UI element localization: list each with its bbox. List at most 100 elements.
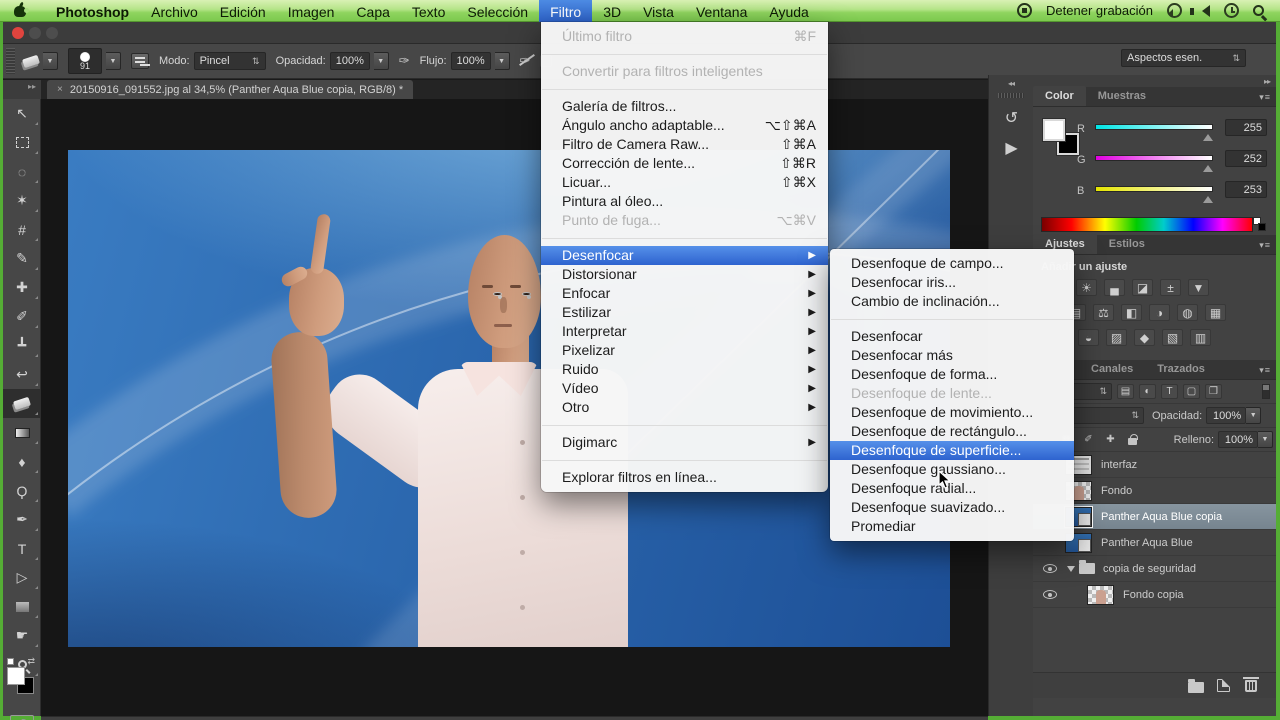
eye-icon[interactable] [1043, 564, 1057, 573]
visibility-cell[interactable] [1033, 564, 1065, 573]
invert-icon[interactable]: ◒ [1078, 329, 1099, 346]
filter-menu-item-pintura-al-óleo[interactable]: Pintura al óleo... [541, 192, 828, 211]
filter-toggle-switch[interactable] [1262, 384, 1270, 399]
shape-tool[interactable] [3, 592, 41, 621]
type-filter-icon[interactable]: T [1161, 384, 1178, 399]
filter-menu-item-desenfocar[interactable]: Desenfocar ▶ [541, 246, 828, 265]
layer-row-fondo-copia[interactable]: Fondo copia [1033, 582, 1276, 608]
channel-slider-thumb[interactable] [1203, 191, 1213, 203]
ramp-white-black-swatches[interactable] [1253, 217, 1268, 232]
blur-submenu-item-promediar[interactable]: Promediar [830, 517, 1074, 536]
adjustments-panel-menu-icon[interactable] [1259, 240, 1271, 251]
channel-r-value[interactable]: 255 [1225, 119, 1267, 136]
filter-menu-item-vídeo[interactable]: Vídeo ▶ [541, 379, 828, 398]
blur-submenu-item-desenfocar-iris[interactable]: Desenfocar iris... [830, 273, 1074, 292]
pressure-opacity-icon[interactable]: ✑ [399, 53, 410, 69]
color-spectrum-ramp[interactable] [1041, 217, 1253, 232]
shape-filter-icon[interactable]: ▢ [1183, 384, 1200, 399]
filter-menu-item-galería-de-filtros[interactable]: Galería de filtros... [541, 97, 828, 116]
selective-color-icon[interactable]: ▧ [1162, 329, 1183, 346]
tool-preset-picker[interactable]: ▼ [22, 52, 58, 70]
vibrance-icon[interactable]: ▼ [1188, 279, 1209, 296]
filter-menu-item-interpretar[interactable]: Interpretar ▶ [541, 322, 828, 341]
history-panel-icon[interactable]: ↺ [989, 103, 1034, 133]
delete-layer-button[interactable] [1243, 677, 1259, 692]
path-select-tool[interactable]: ▷ [3, 563, 41, 592]
mode-select[interactable]: Pincel ⇅ [193, 52, 266, 70]
close-tab-icon[interactable]: × [57, 84, 63, 95]
channel-r-slider[interactable] [1095, 124, 1213, 130]
color-lookup-icon[interactable]: ▦ [1205, 304, 1226, 321]
posterize-icon[interactable]: ▨ [1106, 329, 1127, 346]
layer-fill-caret[interactable]: ▼ [1258, 431, 1273, 448]
filter-menu-item-licuar[interactable]: Licuar... ⇧⌘X [541, 173, 828, 192]
flow-caret[interactable]: ▼ [494, 52, 510, 70]
opacity-field[interactable]: 100% [329, 52, 370, 70]
blur-submenu-item-cambio-de-inclinación[interactable]: Cambio de inclinación... [830, 292, 1074, 311]
menubar-item-ventana[interactable]: Ventana [685, 0, 758, 22]
filter-menu-item-corrección-de-lente[interactable]: Corrección de lente... ⇧⌘R [541, 154, 828, 173]
gradient-map-icon[interactable]: ▥ [1190, 329, 1211, 346]
adjustment-filter-icon[interactable]: ◐ [1139, 384, 1156, 399]
lock-paint-icon[interactable]: ✐ [1081, 432, 1096, 447]
filter-menu-item-ángulo-ancho-adaptable[interactable]: Ángulo ancho adaptable... ⌥⇧⌘A [541, 116, 828, 135]
visibility-cell[interactable] [1033, 590, 1065, 599]
lasso-tool[interactable]: ◌ [3, 157, 41, 186]
brush-picker[interactable]: 91 ▼ [68, 48, 121, 74]
spotlight-search-icon[interactable] [1253, 5, 1264, 16]
history-menu-icon[interactable] [1167, 3, 1182, 18]
channel-g-value[interactable]: 252 [1225, 150, 1267, 167]
channel-slider-thumb[interactable] [1203, 129, 1213, 141]
dock-collapse-button[interactable]: ◂◂ [989, 75, 1033, 88]
color-balance-icon[interactable]: ⚖ [1093, 304, 1114, 321]
color-tab-muestras[interactable]: Muestras [1086, 86, 1158, 106]
filter-menu-item-filtro-de-camera-raw[interactable]: Filtro de Camera Raw... ⇧⌘A [541, 135, 828, 154]
layer-opacity-field[interactable]: 100% [1206, 407, 1247, 424]
filter-menu-item-estilizar[interactable]: Estilizar ▶ [541, 303, 828, 322]
filter-menu-item-explorar-filtros-en-línea[interactable]: Explorar filtros en línea... [541, 468, 828, 487]
color-swatches[interactable]: ⇄ [7, 656, 37, 697]
channel-b-value[interactable]: 253 [1225, 181, 1267, 198]
channel-mixer-icon[interactable]: ◍ [1177, 304, 1198, 321]
blur-submenu-item-desenfoque-radial[interactable]: Desenfoque radial... [830, 479, 1074, 498]
airbrush-icon[interactable]: ✑ [520, 53, 531, 69]
filter-menu-item-distorsionar[interactable]: Distorsionar ▶ [541, 265, 828, 284]
adjustments-tab-estilos[interactable]: Estilos [1097, 234, 1157, 254]
brightness-contrast-icon[interactable]: ☀ [1076, 279, 1097, 296]
eye-icon[interactable] [1043, 590, 1057, 599]
blur-submenu-item-desenfoque-de-campo[interactable]: Desenfoque de campo... [830, 254, 1074, 273]
new-layer-button[interactable] [1217, 679, 1230, 692]
color-panel-menu-icon[interactable] [1259, 92, 1271, 103]
channel-slider-thumb[interactable] [1203, 160, 1213, 172]
filter-menu-item-ruido[interactable]: Ruido ▶ [541, 360, 828, 379]
layers-tab-trazados[interactable]: Trazados [1145, 359, 1217, 379]
menubar-item-selección[interactable]: Selección [456, 0, 539, 22]
menubar-item-ayuda[interactable]: Ayuda [758, 0, 819, 22]
lock-move-icon[interactable]: ✚ [1103, 432, 1118, 447]
layer-row-copia-de-seguridad[interactable]: copia de seguridad [1033, 556, 1276, 582]
threshold-icon[interactable]: ◆ [1134, 329, 1155, 346]
zoom-window-button[interactable] [46, 27, 58, 39]
quick-mask-button[interactable] [10, 715, 34, 720]
foreground-color-swatch[interactable] [7, 667, 25, 685]
blur-submenu-item-desenfoque-de-movimiento[interactable]: Desenfoque de movimiento... [830, 403, 1074, 422]
actions-panel-icon[interactable]: ▶ [989, 133, 1034, 163]
crop-tool[interactable]: # [3, 215, 41, 244]
stop-recording-icon[interactable] [1017, 3, 1033, 18]
close-window-button[interactable] [12, 27, 24, 39]
group-disclosure-icon[interactable] [1067, 565, 1075, 576]
menubar-item-imagen[interactable]: Imagen [277, 0, 346, 22]
pen-tool[interactable]: ✒ [3, 505, 41, 534]
clone-stamp-tool[interactable]: ┻ [3, 331, 41, 360]
clock-icon[interactable] [1224, 3, 1239, 18]
flow-field[interactable]: 100% [450, 52, 491, 70]
eyedropper-tool[interactable]: ✎ [3, 244, 41, 273]
channel-g-slider[interactable] [1095, 155, 1213, 161]
menubar-item-capa[interactable]: Capa [345, 0, 400, 22]
blur-submenu-item-desenfoque-de-forma[interactable]: Desenfoque de forma... [830, 365, 1074, 384]
blur-submenu-item-desenfoque-suavizado[interactable]: Desenfoque suavizado... [830, 498, 1074, 517]
new-group-button[interactable] [1188, 679, 1204, 693]
black-white-icon[interactable]: ◧ [1121, 304, 1142, 321]
blur-submenu-item-desenfoque-de-rectángulo[interactable]: Desenfoque de rectángulo... [830, 422, 1074, 441]
options-bar-grip[interactable] [6, 48, 15, 74]
